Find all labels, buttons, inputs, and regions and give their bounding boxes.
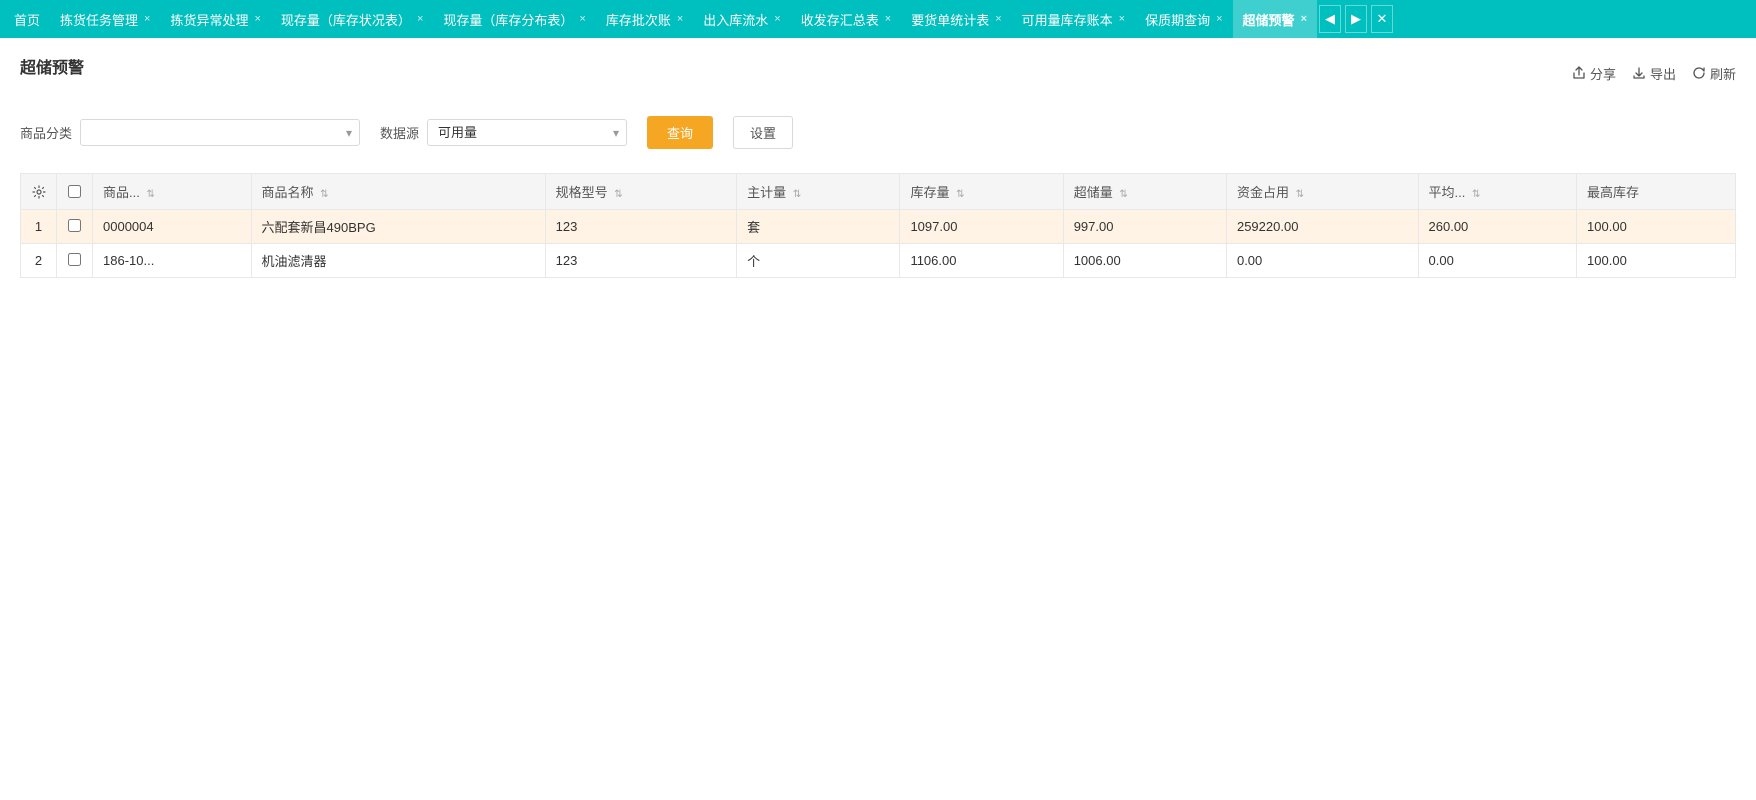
category-label: 商品分类 <box>20 123 72 142</box>
category-select-wrapper <box>80 119 360 146</box>
page-title: 超储预警 <box>20 54 84 78</box>
datasource-label: 数据源 <box>380 123 419 142</box>
nav-available-account[interactable]: 可用量库存账本 × <box>1012 0 1135 38</box>
cell-spec-1: 123 <box>545 244 737 278</box>
nav-close-stock-dist[interactable]: × <box>579 13 585 25</box>
th-unit[interactable]: 主计量 ⇅ <box>737 174 900 210</box>
row-checkbox-0[interactable] <box>68 219 81 232</box>
table-row: 2186-10...机油滤清器123个1106.001006.000.000.0… <box>21 244 1736 278</box>
share-action[interactable]: 分享 <box>1572 64 1616 83</box>
nav-close-quality-period[interactable]: × <box>1216 13 1222 25</box>
sort-icon-overstock: ⇅ <box>1119 189 1127 200</box>
th-product-code[interactable]: 商品... ⇅ <box>93 174 252 210</box>
table-body: 1 0000004六配套新昌490BPG123套1097.00997.002592… <box>21 210 1736 278</box>
cell-overstock-1: 1006.00 <box>1063 244 1226 278</box>
nav-close-in-out-flow[interactable]: × <box>774 13 780 25</box>
sort-icon-stock: ⇅ <box>956 189 964 200</box>
category-select[interactable] <box>80 119 360 146</box>
th-overstock[interactable]: 超储量 ⇅ <box>1063 174 1226 210</box>
gear-icon <box>32 185 46 199</box>
share-icon <box>1572 66 1586 80</box>
nav-home[interactable]: 首页 <box>4 0 50 38</box>
nav-close-pick-exception[interactable]: × <box>254 13 260 25</box>
cell-index-0: 1 <box>21 210 57 244</box>
datasource-select[interactable]: 可用量 库存量 <box>427 119 627 146</box>
nav-in-out-flow[interactable]: 出入库流水 × <box>693 0 790 38</box>
nav-close-batch-account[interactable]: × <box>677 13 683 25</box>
datasource-select-wrapper: 可用量 库存量 <box>427 119 627 146</box>
export-action[interactable]: 导出 <box>1632 64 1676 83</box>
settings-button[interactable]: 设置 <box>733 116 793 149</box>
refresh-action[interactable]: 刷新 <box>1692 64 1736 83</box>
nav-batch-account[interactable]: 库存批次账 × <box>596 0 693 38</box>
select-all-checkbox[interactable] <box>68 185 81 198</box>
sort-icon-avg: ⇅ <box>1472 189 1480 200</box>
top-right-bar: 分享 导出 刷新 <box>1572 64 1736 83</box>
cell-stock-0: 1097.00 <box>900 210 1063 244</box>
cell-unit-0: 套 <box>737 210 900 244</box>
nav-stock-status[interactable]: 现存量（库存状况表） × <box>271 0 433 38</box>
nav-close-collect-summary[interactable]: × <box>885 13 891 25</box>
title-actions-row: 超储预警 分享 导出 刷新 <box>20 54 1736 92</box>
nav-close-order-stats[interactable]: × <box>995 13 1001 25</box>
page-content: 超储预警 分享 导出 刷新 商品 <box>0 38 1756 294</box>
nav-stock-dist[interactable]: 现存量（库存分布表） × <box>433 0 595 38</box>
nav-pick-exception[interactable]: 拣货异常处理 × <box>160 0 270 38</box>
cell-unit-1: 个 <box>737 244 900 278</box>
row-checkbox-1[interactable] <box>68 253 81 266</box>
sort-icon-product-name: ⇅ <box>320 189 328 200</box>
th-settings[interactable] <box>21 174 57 210</box>
nav-order-stats[interactable]: 要货单统计表 × <box>901 0 1011 38</box>
cell-checkbox-1[interactable] <box>57 244 93 278</box>
nav-collect-summary[interactable]: 收发存汇总表 × <box>791 0 901 38</box>
cell-overstock-0: 997.00 <box>1063 210 1226 244</box>
table-row: 1 0000004六配套新昌490BPG123套1097.00997.002592… <box>21 210 1736 244</box>
query-button[interactable]: 查询 <box>647 116 713 149</box>
sort-icon-product-code: ⇅ <box>146 189 154 200</box>
cell-capital-1: 0.00 <box>1226 244 1418 278</box>
filter-datasource: 数据源 可用量 库存量 <box>380 119 627 146</box>
cell-product_name-1: 机油滤清器 <box>251 244 545 278</box>
export-icon <box>1632 66 1646 80</box>
sort-icon-capital: ⇅ <box>1296 189 1304 200</box>
filter-category: 商品分类 <box>20 119 360 146</box>
th-product-name[interactable]: 商品名称 ⇅ <box>251 174 545 210</box>
nav-close-stock-status[interactable]: × <box>417 13 423 25</box>
sort-icon-spec: ⇅ <box>614 189 622 200</box>
nav-overstock-warning[interactable]: 超储预警 × <box>1233 0 1317 38</box>
nav-arrow-left[interactable]: ◀ <box>1319 5 1341 33</box>
cell-product_code-1: 186-10... <box>93 244 252 278</box>
th-spec[interactable]: 规格型号 ⇅ <box>545 174 737 210</box>
th-max-stock[interactable]: 最高库存 <box>1577 174 1736 210</box>
th-capital[interactable]: 资金占用 ⇅ <box>1226 174 1418 210</box>
table-header-row: 商品... ⇅ 商品名称 ⇅ 规格型号 ⇅ 主计量 ⇅ 库存量 ⇅ <box>21 174 1736 210</box>
nav-arrow-right[interactable]: ▶ <box>1345 5 1367 33</box>
cell-product_name-0: 六配套新昌490BPG <box>251 210 545 244</box>
filter-row: 商品分类 数据源 可用量 库存量 查询 设置 <box>20 106 1736 159</box>
nav-close-available-account[interactable]: × <box>1119 13 1125 25</box>
nav-close-overstock-warning[interactable]: × <box>1301 13 1307 25</box>
cell-spec-0: 123 <box>545 210 737 244</box>
cell-product_code-0: 0000004 <box>93 210 252 244</box>
nav-quality-period[interactable]: 保质期查询 × <box>1135 0 1232 38</box>
nav-arrow-close-all[interactable]: ✕ <box>1371 5 1393 33</box>
cell-checkbox-0[interactable] <box>57 210 93 244</box>
nav-close-pick-task[interactable]: × <box>144 13 150 25</box>
refresh-icon <box>1692 66 1706 80</box>
th-checkbox[interactable] <box>57 174 93 210</box>
data-table: 商品... ⇅ 商品名称 ⇅ 规格型号 ⇅ 主计量 ⇅ 库存量 ⇅ <box>20 173 1736 278</box>
cell-avg-1: 0.00 <box>1418 244 1577 278</box>
th-avg[interactable]: 平均... ⇅ <box>1418 174 1577 210</box>
sort-icon-unit: ⇅ <box>793 189 801 200</box>
cell-stock-1: 1106.00 <box>900 244 1063 278</box>
th-stock[interactable]: 库存量 ⇅ <box>900 174 1063 210</box>
cell-index-1: 2 <box>21 244 57 278</box>
top-nav: 首页 拣货任务管理 × 拣货异常处理 × 现存量（库存状况表） × 现存量（库存… <box>0 0 1756 38</box>
cell-max_stock-0: 100.00 <box>1577 210 1736 244</box>
cell-max_stock-1: 100.00 <box>1577 244 1736 278</box>
cell-avg-0: 260.00 <box>1418 210 1577 244</box>
nav-pick-task[interactable]: 拣货任务管理 × <box>50 0 160 38</box>
cell-capital-0: 259220.00 <box>1226 210 1418 244</box>
